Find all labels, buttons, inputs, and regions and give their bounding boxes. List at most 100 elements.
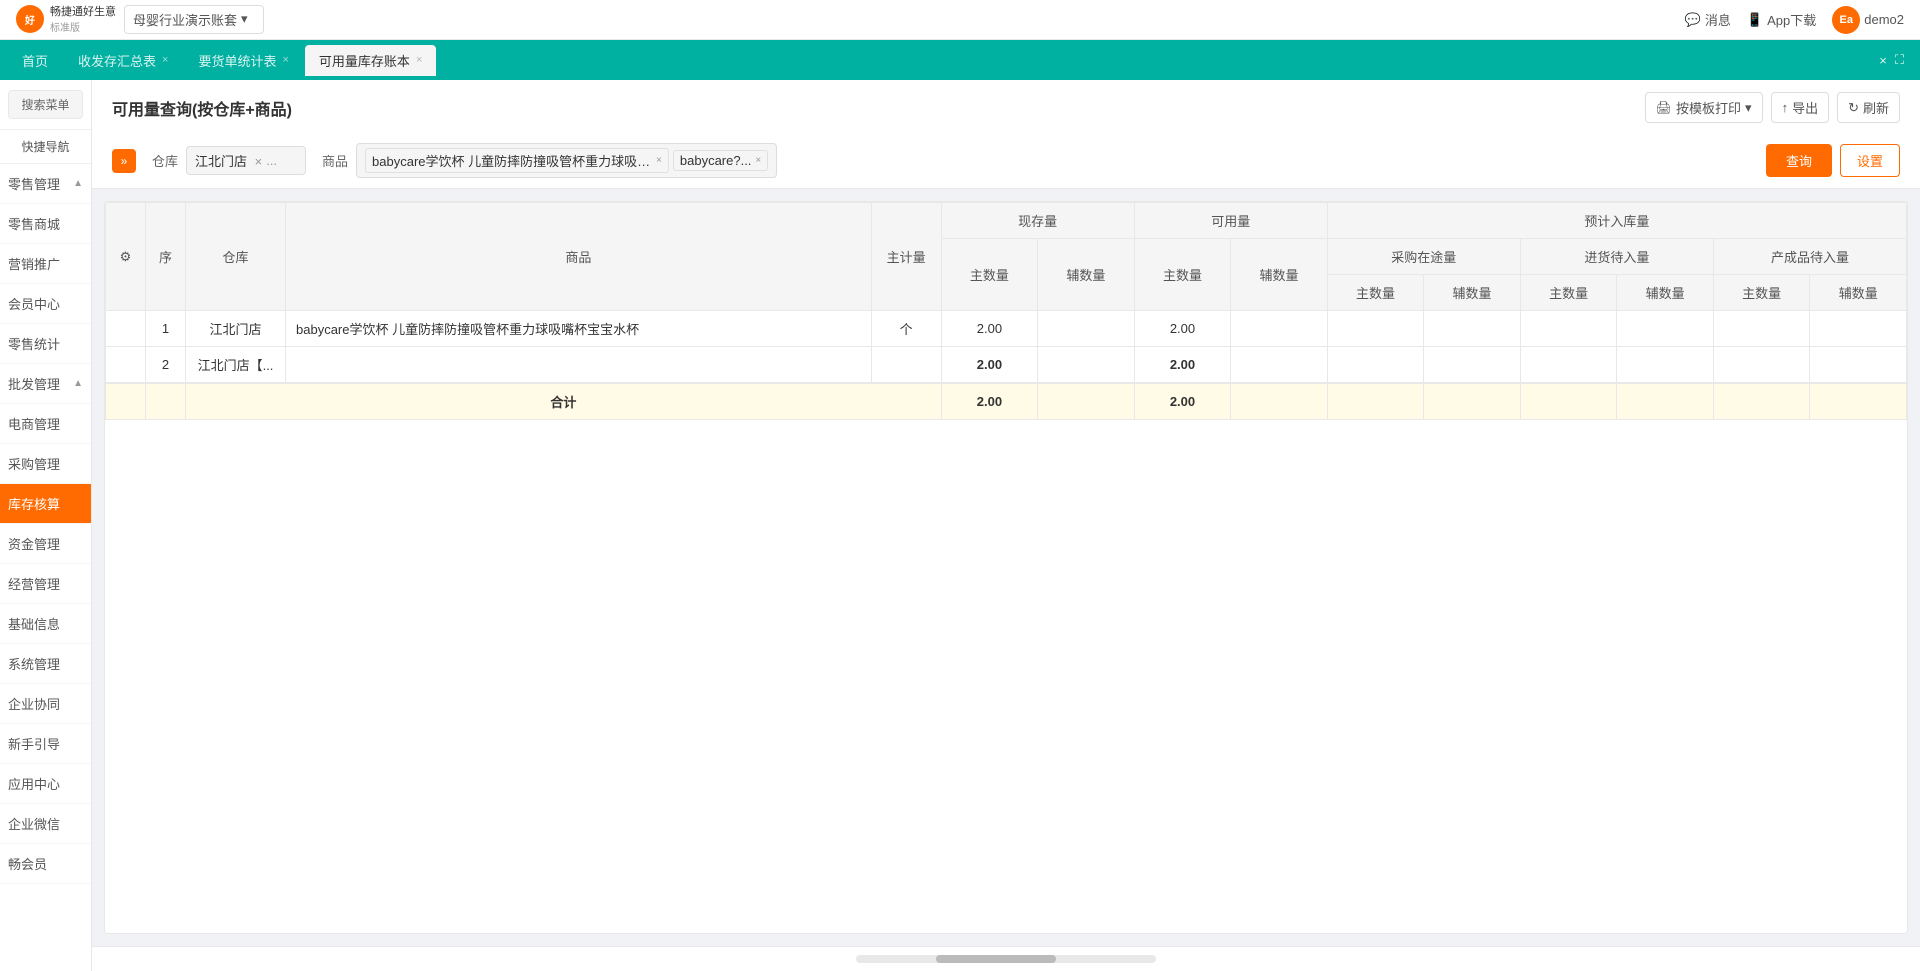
product-tag-1-text: babycare学饮杯 儿童防摔防撞吸管杯重力球吸嘴杯宝宝水杯 — [372, 151, 652, 170]
tab-home-label: 首页 — [22, 51, 48, 70]
tab-receivable-summary[interactable]: 收发存汇总表 × — [64, 45, 182, 76]
warehouse-tag-remove[interactable]: × — [255, 154, 263, 169]
scrollbar-thumb[interactable] — [936, 955, 1056, 963]
tab-available-close[interactable]: × — [416, 54, 422, 66]
sidebar-search-area: 搜索菜单 — [0, 80, 91, 130]
sidebar-item-enterprise[interactable]: 企业协同 — [0, 684, 91, 724]
app-download-button[interactable]: 📱 App下载 — [1747, 10, 1816, 29]
summary-stock-main: 2.00 — [941, 383, 1038, 420]
product-tag-1: babycare学饮杯 儿童防摔防撞吸管杯重力球吸嘴杯宝宝水杯 × — [365, 148, 669, 173]
tab-home[interactable]: 首页 — [8, 45, 62, 76]
row1-purchase-aux — [1424, 311, 1521, 347]
sidebar-item-purchase[interactable]: 采购管理 — [0, 444, 91, 484]
sidebar-item-purchase-label: 采购管理 — [8, 454, 60, 473]
page-actions: 🖨 按模板打印 ▾ ↑ 导出 ↻ 刷新 — [1645, 92, 1901, 123]
sidebar-item-basic-info[interactable]: 基础信息 — [0, 604, 91, 644]
sidebar-item-appstore[interactable]: 应用中心 — [0, 764, 91, 804]
summary-production-aux — [1810, 383, 1907, 420]
sidebar-item-stats-label: 零售统计 — [8, 334, 60, 353]
search-menu-button[interactable]: 搜索菜单 — [8, 90, 83, 119]
sidebar-item-finance[interactable]: 资金管理 — [0, 524, 91, 564]
tab-available-stock[interactable]: 可用量库存账本 × — [305, 45, 436, 76]
message-icon: 💬 — [1685, 12, 1701, 28]
purchase-transit-th: 采购在途量 — [1327, 239, 1520, 275]
row1-product: babycare学饮杯 儿童防摔防撞吸管杯重力球吸嘴杯宝宝水杯 — [286, 311, 872, 347]
sidebar-item-retail-management[interactable]: 零售管理 ▲ — [0, 164, 91, 204]
tab-order-label: 要货单统计表 — [198, 51, 276, 70]
warehouse-filter-label: 仓库 — [152, 151, 178, 170]
sidebar-item-retail-mall[interactable]: 零售商城 — [0, 204, 91, 244]
industry-selector-label: 母婴行业演示账套 — [133, 10, 237, 29]
row1-production-aux — [1810, 311, 1907, 347]
tab-order-stats[interactable]: 要货单统计表 × — [184, 45, 302, 76]
sidebar-item-newbie[interactable]: 新手引导 — [0, 724, 91, 764]
main-layout: 搜索菜单 快捷导航 零售管理 ▲ 零售商城 营销推广 会员中心 零售统计 批发管… — [0, 80, 1920, 971]
tab-order-close[interactable]: × — [282, 54, 288, 66]
download-icon: 📱 — [1747, 12, 1763, 28]
setting-button[interactable]: 设置 — [1840, 144, 1900, 177]
logo-area: 好 畅捷通好生意 标准版 — [16, 5, 116, 34]
sidebar-item-member[interactable]: 会员中心 — [0, 284, 91, 324]
refresh-label: 刷新 — [1863, 98, 1889, 117]
sidebar-item-operations-label: 经营管理 — [8, 574, 60, 593]
message-button[interactable]: 💬 消息 — [1685, 10, 1731, 29]
summary-num — [146, 383, 186, 420]
top-bar: 好 畅捷通好生意 标准版 母婴行业演示账套 ▾ 💬 消息 📱 App下载 Ea … — [0, 0, 1920, 40]
fullscreen-icon[interactable]: ⛶ — [1895, 52, 1904, 68]
table-container: ⚙ 序 仓库 商品 主计量 现存量 可用量 预计入库量 主数量 辅 — [92, 189, 1920, 946]
summary-production-main — [1713, 383, 1810, 420]
close-tab-icon[interactable]: × — [1879, 53, 1887, 68]
sidebar-item-wechat[interactable]: 企业微信 — [0, 804, 91, 844]
purchase-aux-th: 辅数量 — [1424, 275, 1521, 311]
warehouse-filter-value[interactable]: 江北门店 × ... — [186, 146, 306, 175]
sidebar-item-system-label: 系统管理 — [8, 654, 60, 673]
summary-stock-aux — [1038, 383, 1135, 420]
sidebar-item-operations[interactable]: 经营管理 — [0, 564, 91, 604]
sidebar-item-vip[interactable]: 畅会员 — [0, 844, 91, 884]
more-filters-icon[interactable]: ... — [266, 153, 277, 168]
row1-available-aux — [1231, 311, 1328, 347]
quick-nav-button[interactable]: 快捷导航 — [0, 130, 91, 164]
product-filter-value[interactable]: babycare学饮杯 儿童防摔防撞吸管杯重力球吸嘴杯宝宝水杯 × babyca… — [356, 143, 777, 178]
sidebar-item-marketing[interactable]: 营销推广 — [0, 244, 91, 284]
summary-available-main: 2.00 — [1134, 383, 1231, 420]
gear-th[interactable]: ⚙ — [106, 203, 146, 311]
data-table: ⚙ 序 仓库 商品 主计量 现存量 可用量 预计入库量 主数量 辅 — [105, 202, 1907, 420]
filter-expand-button[interactable]: » — [112, 149, 136, 173]
stock-aux-th: 辅数量 — [1038, 239, 1135, 311]
print-button[interactable]: 🖨 按模板打印 ▾ — [1645, 92, 1763, 123]
row2-incoming-main — [1520, 347, 1617, 384]
row2-production-main — [1713, 347, 1810, 384]
user-area[interactable]: Ea demo2 — [1832, 6, 1904, 34]
table-row: 2 江北门店【... 2.00 2.00 — [106, 347, 1907, 384]
product-filter-label: 商品 — [322, 151, 348, 170]
production-main-th: 主数量 — [1713, 275, 1810, 311]
tab-receivable-close[interactable]: × — [162, 54, 168, 66]
refresh-button[interactable]: ↻ 刷新 — [1837, 92, 1900, 123]
logo-icon: 好 — [16, 5, 44, 33]
sidebar: 搜索菜单 快捷导航 零售管理 ▲ 零售商城 营销推广 会员中心 零售统计 批发管… — [0, 80, 92, 971]
product-tag-1-remove[interactable]: × — [656, 155, 662, 166]
logo-text: 畅捷通好生意 — [50, 5, 116, 19]
sidebar-item-inventory[interactable]: 库存核算 — [0, 484, 91, 524]
sidebar-item-retail-stats[interactable]: 零售统计 — [0, 324, 91, 364]
query-button[interactable]: 查询 — [1766, 144, 1832, 177]
sidebar-item-system[interactable]: 系统管理 — [0, 644, 91, 684]
print-icon: 🖨 — [1656, 100, 1673, 116]
summary-available-aux — [1231, 383, 1328, 420]
horizontal-scrollbar[interactable] — [856, 955, 1156, 963]
product-filter-group: 商品 babycare学饮杯 儿童防摔防撞吸管杯重力球吸嘴杯宝宝水杯 × bab… — [322, 143, 777, 178]
row2-stock-aux — [1038, 347, 1135, 384]
export-icon: ↑ — [1782, 100, 1789, 115]
export-button[interactable]: ↑ 导出 — [1771, 92, 1830, 123]
row1-warehouse: 江北门店 — [186, 311, 286, 347]
content-area: 可用量查询(按仓库+商品) 🖨 按模板打印 ▾ ↑ 导出 ↻ 刷新 — [92, 80, 1920, 971]
sidebar-item-wholesale[interactable]: 批发管理 ▲ — [0, 364, 91, 404]
product-tag-2-text: babycare?... — [680, 153, 752, 168]
product-tag-2-remove[interactable]: × — [755, 155, 761, 166]
sidebar-item-ecommerce[interactable]: 电商管理 — [0, 404, 91, 444]
table-footer — [92, 946, 1920, 971]
sidebar-item-marketing-label: 营销推广 — [8, 254, 60, 273]
industry-selector[interactable]: 母婴行业演示账套 ▾ — [124, 5, 264, 34]
product-tag-2: babycare?... × — [673, 150, 768, 171]
